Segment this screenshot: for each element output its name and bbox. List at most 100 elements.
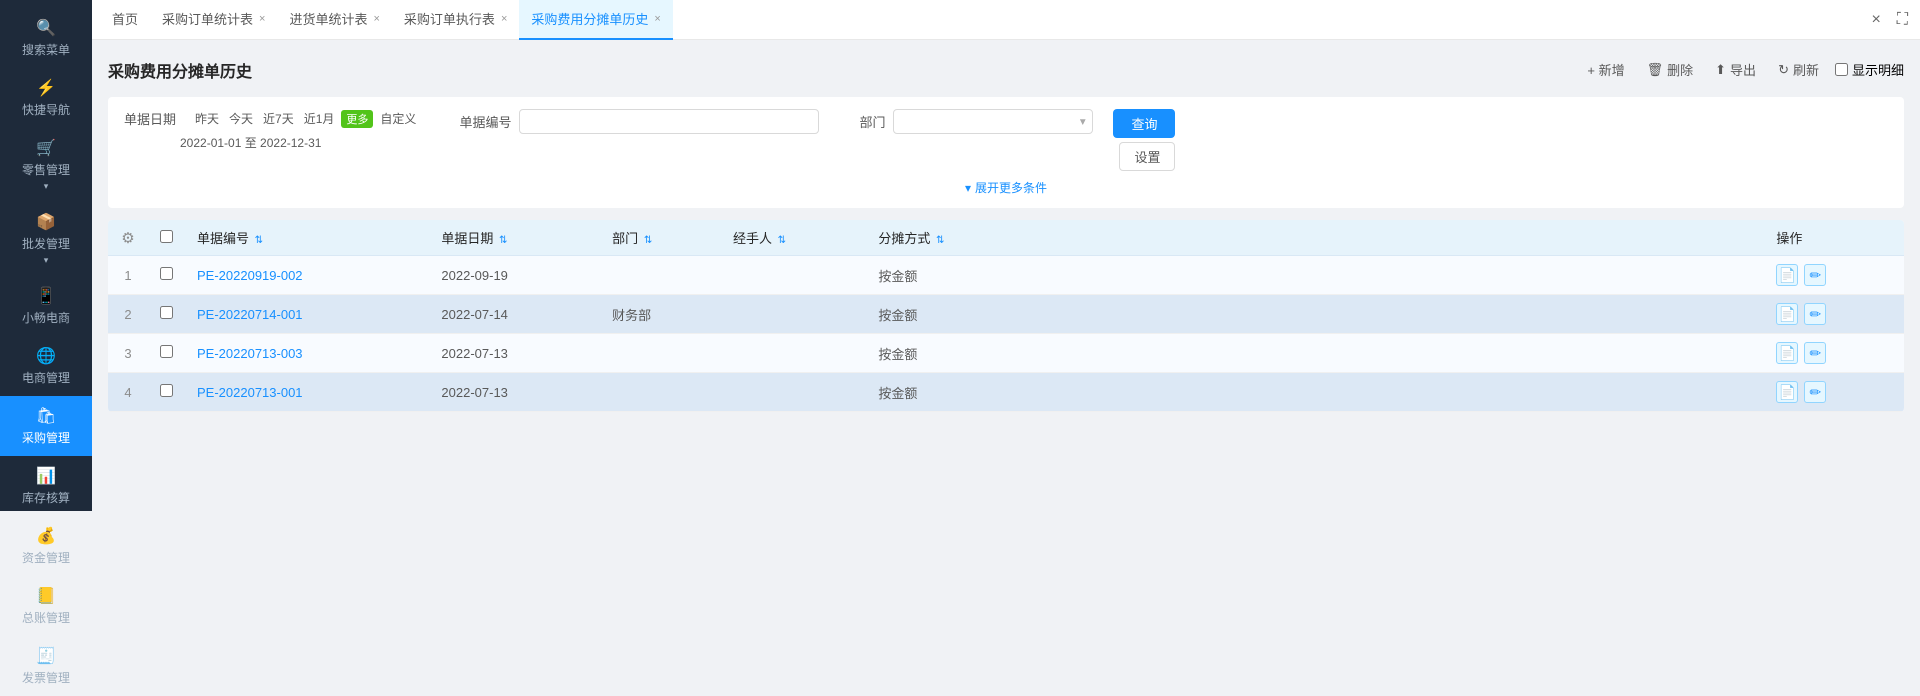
col-handler: 经手人 ⇅ xyxy=(721,220,866,256)
row-handler xyxy=(721,373,866,412)
add-button[interactable]: + 新增 xyxy=(1581,56,1630,83)
row-checkbox-cell xyxy=(148,295,185,334)
shortcut-yesterday[interactable]: 昨天 xyxy=(192,109,222,128)
row-checkbox[interactable] xyxy=(160,306,173,319)
doc-no-link[interactable]: PE-20220713-001 xyxy=(197,385,303,400)
row-checkbox[interactable] xyxy=(160,345,173,358)
sidebar-item-finance[interactable]: 💰 资金管理 xyxy=(0,516,92,576)
sort-doc-date-icon[interactable]: ⇅ xyxy=(499,235,507,246)
tab-receive-stats-close[interactable]: × xyxy=(373,13,379,25)
row-view-button[interactable]: 📄 xyxy=(1776,342,1798,364)
show-cols-checkbox-label[interactable]: 显示明细 xyxy=(1835,60,1904,79)
dept-label: 部门 xyxy=(859,112,885,131)
date-shortcuts: 昨天 今天 近7天 近1月 更多 自定义 xyxy=(192,109,419,128)
row-checkbox[interactable] xyxy=(160,384,173,397)
row-view-button[interactable]: 📄 xyxy=(1776,264,1798,286)
tab-receive-stats[interactable]: 进货单统计表 × xyxy=(277,0,391,40)
tab-cost-history[interactable]: 采购费用分摊单历史 × xyxy=(519,0,672,40)
table-row: 3 PE-20220713-003 2022-07-13 按金额 📄 ✏ xyxy=(108,334,1904,373)
dept-select-wrapper: ▾ xyxy=(893,109,1093,134)
row-checkbox-cell xyxy=(148,334,185,373)
doc-no-link[interactable]: PE-20220919-002 xyxy=(197,268,303,283)
show-cols-checkbox[interactable] xyxy=(1835,63,1848,76)
column-settings-icon[interactable]: ⚙ xyxy=(121,230,134,247)
sidebar-item-ledger[interactable]: 📒 总账管理 xyxy=(0,576,92,636)
expand-tab-button[interactable]: ⛶ xyxy=(1893,9,1912,31)
page-content: 采购费用分摊单历史 + 新增 🗑 删除 ⬆ 导出 ↻ 刷新 显示明细 xyxy=(92,40,1920,511)
col-doc-date: 单据日期 ⇅ xyxy=(429,220,600,256)
table-row: 2 PE-20220714-001 2022-07-14 财务部 按金额 📄 ✏ xyxy=(108,295,1904,334)
query-button[interactable]: 查询 xyxy=(1113,109,1175,138)
tab-home[interactable]: 首页 xyxy=(100,0,150,40)
row-edit-button[interactable]: ✏ xyxy=(1804,303,1826,325)
row-view-button[interactable]: 📄 xyxy=(1776,381,1798,403)
sidebar-item-purchase[interactable]: 🛍 采购管理 xyxy=(0,396,92,456)
row-actions: 📄 ✏ xyxy=(1764,256,1904,295)
sidebar-item-inventory[interactable]: 📊 库存核算 xyxy=(0,456,92,516)
tab-po-stats-close[interactable]: × xyxy=(259,13,265,25)
filter-area: 单据日期 昨天 今天 近7天 近1月 更多 自定义 2022-01-01 至 2… xyxy=(108,97,1904,208)
shortcut-today[interactable]: 今天 xyxy=(226,109,256,128)
delete-button[interactable]: 🗑 删除 xyxy=(1641,56,1700,83)
sort-dept-icon[interactable]: ⇅ xyxy=(644,235,652,246)
filter-actions: 查询 设置 xyxy=(1113,109,1175,171)
select-all-checkbox[interactable] xyxy=(160,230,173,243)
row-split-method: 按金额 xyxy=(866,256,1764,295)
data-table: ⚙ 单据编号 ⇅ 单据日期 ⇅ xyxy=(108,220,1904,412)
refresh-icon: ↻ xyxy=(1778,62,1789,78)
sidebar-item-quick-nav[interactable]: ⚡ 快捷导航 xyxy=(0,68,92,128)
row-doc-no: PE-20220714-001 xyxy=(185,295,429,334)
doc-no-link[interactable]: PE-20220714-001 xyxy=(197,307,303,322)
row-edit-button[interactable]: ✏ xyxy=(1804,264,1826,286)
col-split-method: 分摊方式 ⇅ xyxy=(866,220,1764,256)
sidebar-item-invoice[interactable]: 🧾 发票管理 xyxy=(0,636,92,696)
shortcut-more[interactable]: 更多 xyxy=(341,110,373,128)
shortcut-custom[interactable]: 自定义 xyxy=(377,109,419,128)
date-filter-label: 单据日期 xyxy=(124,109,176,128)
row-checkbox-cell xyxy=(148,373,185,412)
row-dept: 财务部 xyxy=(600,295,721,334)
col-settings[interactable]: ⚙ xyxy=(108,220,148,256)
toolbar: + 新增 🗑 删除 ⬆ 导出 ↻ 刷新 显示明细 xyxy=(1581,56,1904,83)
tab-bar-actions: × ⛶ xyxy=(1867,9,1912,31)
filter-settings-button[interactable]: 设置 xyxy=(1119,142,1175,171)
chevron-down-icon: ▾ xyxy=(965,181,971,195)
row-checkbox[interactable] xyxy=(160,267,173,280)
sidebar-item-ecom[interactable]: 🌐 电商管理 xyxy=(0,336,92,396)
sidebar-item-search[interactable]: 🔍 搜索菜单 xyxy=(0,8,92,68)
tab-cost-history-close[interactable]: × xyxy=(654,13,660,25)
sort-doc-no-icon[interactable]: ⇅ xyxy=(255,235,263,246)
row-split-method: 按金额 xyxy=(866,373,1764,412)
row-view-button[interactable]: 📄 xyxy=(1776,303,1798,325)
sort-split-icon[interactable]: ⇅ xyxy=(936,235,944,246)
row-edit-button[interactable]: ✏ xyxy=(1804,381,1826,403)
close-all-tabs-button[interactable]: × xyxy=(1867,9,1884,31)
shortcut-1month[interactable]: 近1月 xyxy=(301,109,338,128)
row-split-method: 按金额 xyxy=(866,295,1764,334)
shortcut-7days[interactable]: 近7天 xyxy=(260,109,297,128)
sidebar-item-wholesale[interactable]: 📦 批发管理 ▾ xyxy=(0,202,92,276)
date-range-display: 2022-01-01 至 2022-12-31 xyxy=(124,134,419,151)
row-handler xyxy=(721,295,866,334)
tab-po-exec[interactable]: 采购订单执行表 × xyxy=(392,0,519,40)
row-edit-button[interactable]: ✏ xyxy=(1804,342,1826,364)
export-button[interactable]: ⬆ 导出 xyxy=(1709,56,1762,83)
dept-input[interactable] xyxy=(893,109,1093,134)
col-dept: 部门 ⇅ xyxy=(600,220,721,256)
sort-handler-icon[interactable]: ⇅ xyxy=(778,235,786,246)
refresh-button[interactable]: ↻ 刷新 xyxy=(1772,56,1825,83)
doc-no-link[interactable]: PE-20220713-003 xyxy=(197,346,303,361)
row-actions: 📄 ✏ xyxy=(1764,295,1904,334)
sidebar-item-retail[interactable]: 🛒 零售管理 ▾ xyxy=(0,128,92,202)
row-num: 4 xyxy=(108,373,148,412)
tab-po-exec-close[interactable]: × xyxy=(501,13,507,25)
doc-no-input[interactable] xyxy=(519,109,819,134)
expand-more-button[interactable]: ▾ 展开更多条件 xyxy=(124,179,1888,196)
filter-group-dept: 部门 ▾ xyxy=(859,109,1093,134)
row-split-method: 按金额 xyxy=(866,334,1764,373)
row-doc-date: 2022-07-13 xyxy=(429,334,600,373)
tab-po-stats[interactable]: 采购订单统计表 × xyxy=(150,0,277,40)
sidebar-item-mobile[interactable]: 📱 小畅电商 xyxy=(0,276,92,336)
row-doc-no: PE-20220713-003 xyxy=(185,334,429,373)
table-row: 4 PE-20220713-001 2022-07-13 按金额 📄 ✏ xyxy=(108,373,1904,412)
